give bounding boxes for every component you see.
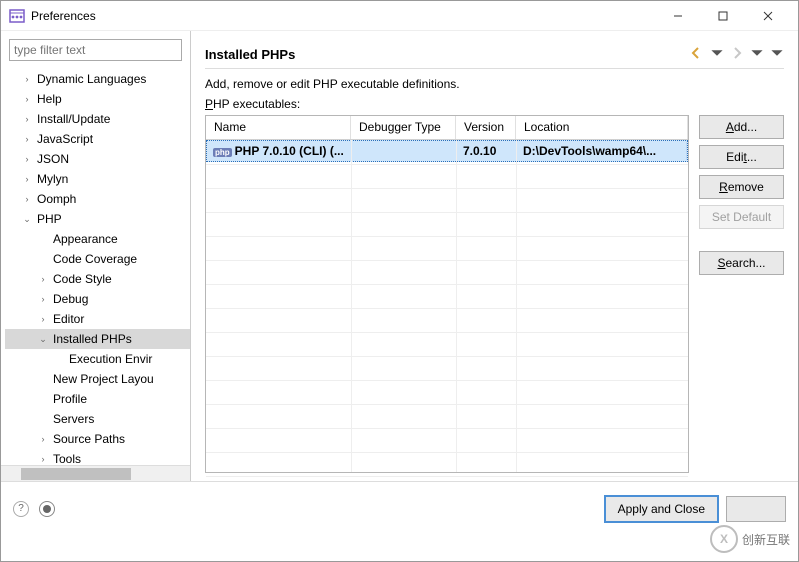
tree-item[interactable]: ⌄ PHP (5, 209, 190, 229)
chevron-right-icon[interactable]: › (21, 73, 33, 85)
tree-item[interactable]: › JavaScript (5, 129, 190, 149)
chevron-down-icon[interactable]: ⌄ (37, 333, 49, 345)
tree-item[interactable]: › JSON (5, 149, 190, 169)
tree-item[interactable]: › Mylyn (5, 169, 190, 189)
horizontal-scrollbar[interactable] (1, 465, 190, 481)
add-button[interactable]: Add... (699, 115, 784, 139)
tree-item[interactable]: ⌄ Installed PHPs (5, 329, 190, 349)
chevron-right-icon[interactable]: › (37, 273, 49, 285)
executables-label: PHP executables: (205, 97, 784, 111)
view-menu-icon[interactable] (770, 46, 784, 63)
tree-item-label: Installed PHPs (53, 332, 132, 346)
chevron-right-icon[interactable]: › (37, 293, 49, 305)
tree-item[interactable]: › Dynamic Languages (5, 69, 190, 89)
back-menu-icon[interactable] (710, 46, 724, 63)
preferences-tree[interactable]: › Dynamic Languages › Help › Install/Update › J… (1, 69, 190, 465)
chevron-down-icon[interactable]: ⌄ (21, 213, 33, 225)
tree-item-label: Tools (53, 452, 81, 465)
close-button[interactable] (745, 2, 790, 30)
chevron-right-icon[interactable]: › (21, 133, 33, 145)
tree-item-label: Code Style (53, 272, 112, 286)
tree-item[interactable]: › Help (5, 89, 190, 109)
tree-item[interactable]: › Source Paths (5, 429, 190, 449)
chevron-right-icon[interactable]: › (37, 313, 49, 325)
tree-item-label: Execution Envir (69, 352, 152, 366)
help-icon[interactable]: ? (13, 501, 29, 517)
chevron-right-icon[interactable]: › (21, 193, 33, 205)
edit-button[interactable]: Edit... (699, 145, 784, 169)
page-title: Installed PHPs (205, 47, 690, 62)
tree-item[interactable]: ›New Project Layou (5, 369, 190, 389)
apply-and-close-button[interactable]: Apply and Close (605, 496, 718, 522)
tree-item-label: Editor (53, 312, 84, 326)
cancel-button[interactable] (726, 496, 786, 522)
col-version[interactable]: Version (456, 116, 516, 139)
tree-item-label: Debug (53, 292, 88, 306)
tree-item-label: New Project Layou (53, 372, 154, 386)
button-column: Add... Edit... Remove Set Default Search… (699, 115, 784, 473)
maximize-button[interactable] (700, 2, 745, 30)
tree-item-label: Code Coverage (53, 252, 137, 266)
preferences-window-icon (9, 8, 25, 24)
tree-item-label: PHP (37, 212, 62, 226)
col-name[interactable]: Name (206, 116, 351, 139)
page-description: Add, remove or edit PHP executable defin… (205, 77, 784, 91)
tree-item[interactable]: › Tools (5, 449, 190, 465)
chevron-right-icon[interactable]: › (21, 153, 33, 165)
tree-item[interactable]: › Code Style (5, 269, 190, 289)
tree-item[interactable]: › Oomph (5, 189, 190, 209)
tree-item[interactable]: ›Execution Envir (5, 349, 190, 369)
footer: ? Apply and Close (1, 481, 798, 535)
chevron-right-icon[interactable]: › (37, 453, 49, 465)
tree-item-label: Dynamic Languages (37, 72, 146, 86)
tree-item-label: Source Paths (53, 432, 125, 446)
tree-item-label: Profile (53, 392, 87, 406)
tree-item-label: Appearance (53, 232, 118, 246)
col-debugger[interactable]: Debugger Type (351, 116, 456, 139)
forward-icon[interactable] (730, 46, 744, 63)
chevron-right-icon[interactable]: › (21, 93, 33, 105)
watermark: X 创新互联 (710, 525, 790, 553)
chevron-right-icon[interactable]: › (37, 433, 49, 445)
chevron-right-icon[interactable]: › (21, 173, 33, 185)
tree-item-label: JavaScript (37, 132, 93, 146)
titlebar: Preferences (1, 1, 798, 31)
window-title: Preferences (31, 9, 655, 23)
tree-item-label: Servers (53, 412, 94, 426)
tree-item-label: Install/Update (37, 112, 110, 126)
tree-item[interactable]: ›Profile (5, 389, 190, 409)
chevron-right-icon[interactable]: › (21, 113, 33, 125)
back-icon[interactable] (690, 46, 704, 63)
forward-menu-icon[interactable] (750, 46, 764, 63)
tree-item[interactable]: › Debug (5, 289, 190, 309)
left-pane: › Dynamic Languages › Help › Install/Update › J… (1, 31, 191, 481)
tree-item[interactable]: ›Servers (5, 409, 190, 429)
filter-input[interactable] (9, 39, 182, 61)
record-icon[interactable] (39, 501, 55, 517)
tree-item-label: Help (37, 92, 62, 106)
tree-item-label: JSON (37, 152, 69, 166)
window-controls (655, 2, 790, 30)
set-default-button: Set Default (699, 205, 784, 229)
remove-button[interactable]: Remove (699, 175, 784, 199)
php-table[interactable]: Name Debugger Type Version Location phpP… (205, 115, 689, 473)
tree-item[interactable]: › Editor (5, 309, 190, 329)
tree-item[interactable]: ›Code Coverage (5, 249, 190, 269)
tree-item[interactable]: ›Appearance (5, 229, 190, 249)
right-pane: Installed PHPs Add, remove or edit PHP e… (191, 31, 798, 481)
minimize-button[interactable] (655, 2, 700, 30)
history-nav (690, 46, 784, 63)
col-location[interactable]: Location (516, 116, 688, 139)
tree-item-label: Oomph (37, 192, 76, 206)
table-header[interactable]: Name Debugger Type Version Location (206, 116, 688, 140)
tree-item[interactable]: › Install/Update (5, 109, 190, 129)
search-button[interactable]: Search... (699, 251, 784, 275)
tree-item-label: Mylyn (37, 172, 68, 186)
